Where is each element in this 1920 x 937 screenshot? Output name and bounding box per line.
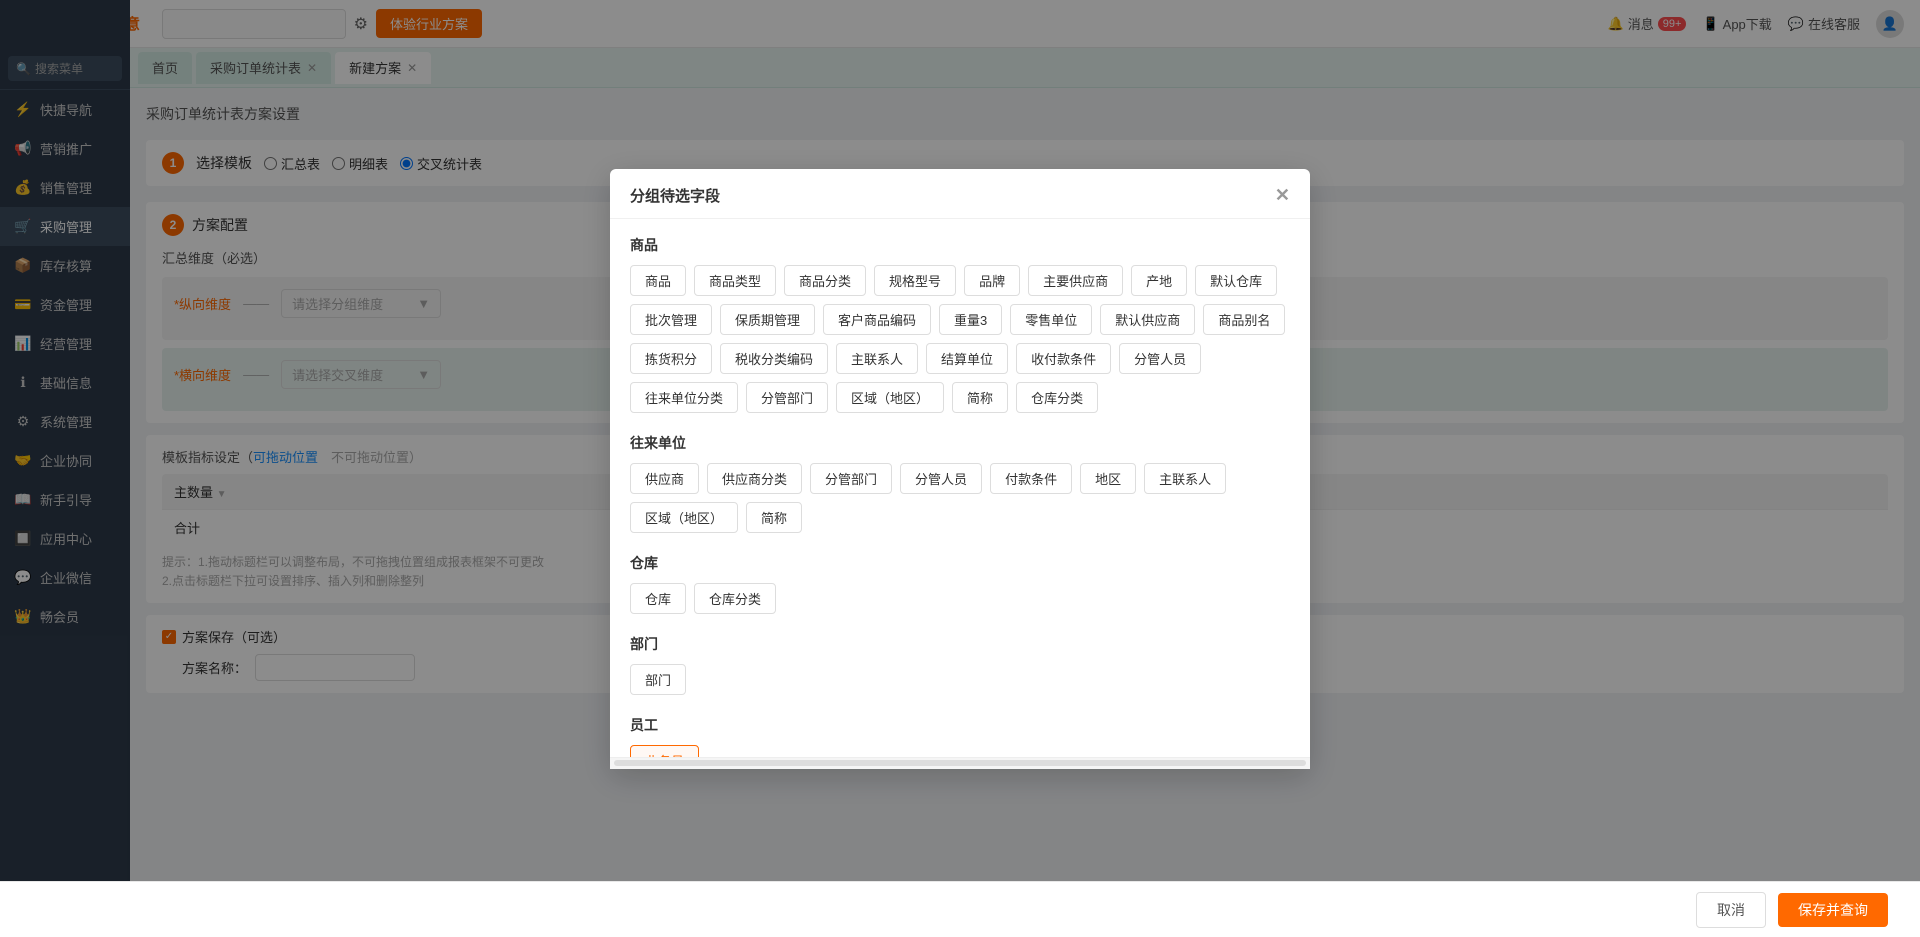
employee-field-tags: 业务员 xyxy=(630,745,1290,757)
field-tag[interactable]: 商品分类 xyxy=(784,265,866,296)
field-tag[interactable]: 仓库 xyxy=(630,583,686,614)
field-group-title-partner: 往来单位 xyxy=(630,433,1290,453)
field-tag[interactable]: 收付款条件 xyxy=(1016,343,1111,374)
field-tag[interactable]: 品牌 xyxy=(964,265,1020,296)
field-group-department: 部门 部门 xyxy=(630,634,1290,695)
field-tag[interactable]: 拣货积分 xyxy=(630,343,712,374)
save-confirm-button[interactable]: 保存并查询 xyxy=(1778,893,1888,927)
field-tag[interactable]: 供应商分类 xyxy=(707,463,802,494)
partner-field-tags: 供应商 供应商分类 分管部门 分管人员 付款条件 地区 主联系人 区域（地区） … xyxy=(630,463,1290,533)
field-tag-salesperson[interactable]: 业务员 xyxy=(630,745,699,757)
field-tag[interactable]: 默认仓库 xyxy=(1195,265,1277,296)
field-group-title-employee: 员工 xyxy=(630,715,1290,735)
warehouse-field-tags: 仓库 仓库分类 xyxy=(630,583,1290,614)
field-group-title-warehouse: 仓库 xyxy=(630,553,1290,573)
modal-scroll-bottom xyxy=(610,757,1310,769)
field-tag[interactable]: 客户商品编码 xyxy=(823,304,931,335)
field-group-product: 商品 商品 商品类型 商品分类 规格型号 品牌 主要供应商 产地 默认仓库 批次… xyxy=(630,235,1290,413)
field-tag[interactable]: 分管人员 xyxy=(900,463,982,494)
field-group-title-product: 商品 xyxy=(630,235,1290,255)
modal-header: 分组待选字段 ✕ xyxy=(610,169,1310,219)
field-tag[interactable]: 保质期管理 xyxy=(720,304,815,335)
modal-field-selector: 分组待选字段 ✕ 商品 商品 商品类型 商品分类 规格型号 品牌 主要供应商 产… xyxy=(610,169,1310,769)
field-tag[interactable]: 税收分类编码 xyxy=(720,343,828,374)
field-tag[interactable]: 区域（地区） xyxy=(630,502,738,533)
field-tag[interactable]: 规格型号 xyxy=(874,265,956,296)
field-tag[interactable]: 付款条件 xyxy=(990,463,1072,494)
field-tag[interactable]: 简称 xyxy=(952,382,1008,413)
field-group-partner: 往来单位 供应商 供应商分类 分管部门 分管人员 付款条件 地区 主联系人 区域… xyxy=(630,433,1290,533)
modal-title: 分组待选字段 xyxy=(630,185,720,206)
department-field-tags: 部门 xyxy=(630,664,1290,695)
field-tag[interactable]: 分管人员 xyxy=(1119,343,1201,374)
field-group-title-department: 部门 xyxy=(630,634,1290,654)
field-tag[interactable]: 零售单位 xyxy=(1010,304,1092,335)
modal-hscroll[interactable] xyxy=(614,760,1306,766)
field-tag[interactable]: 产地 xyxy=(1131,265,1187,296)
field-tag[interactable]: 商品别名 xyxy=(1203,304,1285,335)
field-group-employee: 员工 业务员 xyxy=(630,715,1290,757)
field-tag[interactable]: 主联系人 xyxy=(836,343,918,374)
field-tag[interactable]: 商品类型 xyxy=(694,265,776,296)
field-group-warehouse: 仓库 仓库 仓库分类 xyxy=(630,553,1290,614)
field-tag[interactable]: 往来单位分类 xyxy=(630,382,738,413)
field-tag[interactable]: 结算单位 xyxy=(926,343,1008,374)
field-tag[interactable]: 部门 xyxy=(630,664,686,695)
field-tag[interactable]: 分管部门 xyxy=(746,382,828,413)
field-tag[interactable]: 商品 xyxy=(630,265,686,296)
field-tag[interactable]: 简称 xyxy=(746,502,802,533)
product-field-tags: 商品 商品类型 商品分类 规格型号 品牌 主要供应商 产地 默认仓库 批次管理 … xyxy=(630,265,1290,413)
field-tag[interactable]: 主联系人 xyxy=(1144,463,1226,494)
field-tag[interactable]: 默认供应商 xyxy=(1100,304,1195,335)
modal-body: 商品 商品 商品类型 商品分类 规格型号 品牌 主要供应商 产地 默认仓库 批次… xyxy=(610,219,1310,757)
field-tag[interactable]: 仓库分类 xyxy=(1016,382,1098,413)
field-tag[interactable]: 分管部门 xyxy=(810,463,892,494)
field-tag[interactable]: 重量3 xyxy=(939,304,1002,335)
main-footer: 取消 保存并查询 xyxy=(0,881,1920,937)
field-tag[interactable]: 供应商 xyxy=(630,463,699,494)
field-tag[interactable]: 区域（地区） xyxy=(836,382,944,413)
field-tag[interactable]: 主要供应商 xyxy=(1028,265,1123,296)
field-tag[interactable]: 仓库分类 xyxy=(694,583,776,614)
field-tag[interactable]: 批次管理 xyxy=(630,304,712,335)
modal-close-button[interactable]: ✕ xyxy=(1275,185,1290,206)
field-tag[interactable]: 地区 xyxy=(1080,463,1136,494)
cancel-button[interactable]: 取消 xyxy=(1696,892,1766,928)
